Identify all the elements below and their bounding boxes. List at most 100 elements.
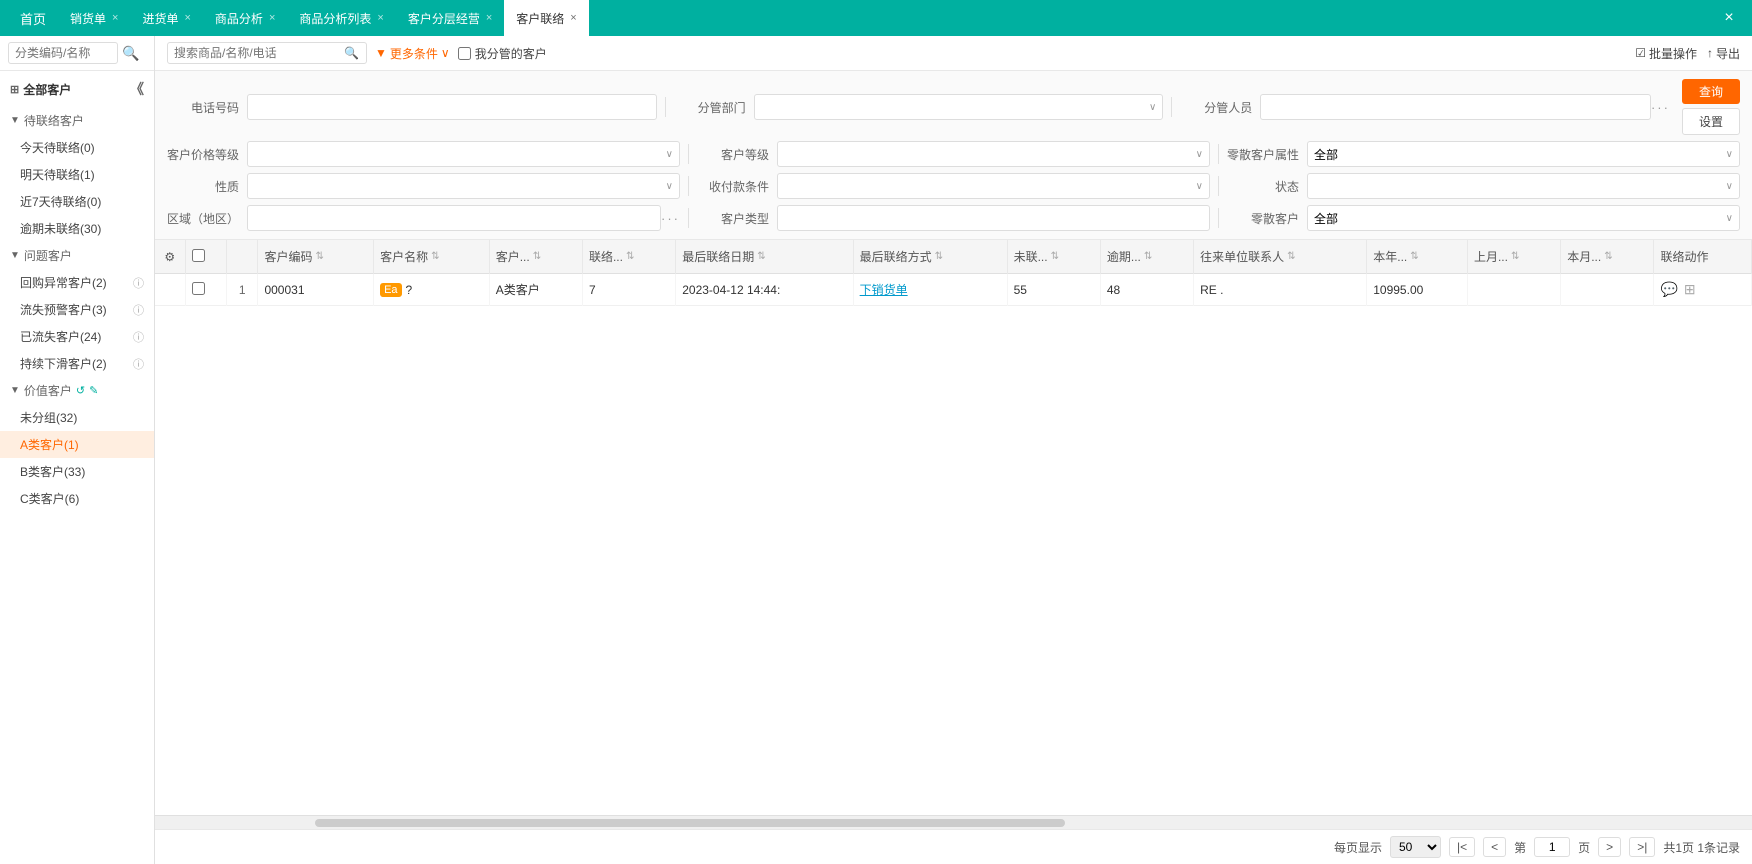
close-analysis-list-tab[interactable]: × (377, 12, 383, 24)
refresh-value-icon[interactable]: ↺ (76, 384, 85, 397)
table-code-header[interactable]: 客户编码⇅ (258, 240, 374, 274)
table-last-contact-date-header[interactable]: 最后联络日期⇅ (676, 240, 853, 274)
table-this-month-header[interactable]: 本月...⇅ (1561, 240, 1654, 274)
sidebar-item-declining-customers[interactable]: 持续下滑客户(2) ⓘ (0, 350, 154, 377)
table-unit-contact-header[interactable]: 往来单位联系人⇅ (1194, 240, 1367, 274)
nav-tab-analysis[interactable]: 商品分析 × (203, 0, 287, 36)
settings-button[interactable]: 设置 (1682, 108, 1740, 135)
table-last-month-header[interactable]: 上月...⇅ (1467, 240, 1560, 274)
sidebar-item-loss-warning[interactable]: 流失预警客户(3) ⓘ (0, 296, 154, 323)
table-contact-header[interactable]: 联络...⇅ (582, 240, 675, 274)
sidebar-item-class-a[interactable]: A类客户(1) (0, 431, 154, 458)
customer-level-label: 客户等级 (697, 146, 777, 163)
sort-year-icon: ⇅ (1410, 251, 1418, 262)
info-icon-3[interactable]: ⓘ (133, 329, 144, 345)
next-page-button[interactable]: > (1598, 837, 1621, 857)
table-checkbox-header[interactable] (185, 240, 227, 274)
close-analysis-tab[interactable]: × (269, 12, 275, 24)
sidebar-section-value[interactable]: ▼ 价值客户 ↺ ✎ (0, 377, 154, 404)
sidebar-item-class-b[interactable]: B类客户(33) (0, 458, 154, 485)
sidebar-item-ungrouped[interactable]: 未分组(32) (0, 404, 154, 431)
close-customer-segment-tab[interactable]: × (486, 12, 492, 24)
nav-tab-customer-contact[interactable]: 客户联络 × (504, 0, 588, 36)
table-overdue-header[interactable]: 逾期...⇅ (1100, 240, 1193, 274)
my-customers-checkbox[interactable] (458, 47, 471, 60)
table-settings-header[interactable]: ⚙ (155, 240, 185, 274)
row-checkbox[interactable] (192, 282, 205, 295)
sidebar-item-lost-customers[interactable]: 已流失客户(24) ⓘ (0, 323, 154, 350)
status-select[interactable]: ∨ (1307, 173, 1740, 199)
table-last-contact-type-header[interactable]: 最后联络方式⇅ (853, 240, 1007, 274)
sidebar-item-today-contact[interactable]: 今天待联络(0) (0, 134, 154, 161)
payment-select[interactable]: ∨ (777, 173, 1210, 199)
sidebar-search-icon[interactable]: 🔍 (122, 45, 139, 62)
sort-type-icon: ⇅ (533, 251, 541, 262)
region-input[interactable] (247, 205, 661, 231)
retail-attr-select[interactable]: 全部 ∨ (1307, 141, 1740, 167)
nav-tab-customer-segment[interactable]: 客户分层经营 × (396, 0, 504, 36)
sidebar-item-abnormal-purchase[interactable]: 回购异常客户(2) ⓘ (0, 269, 154, 296)
price-level-select[interactable]: ∨ (247, 141, 680, 167)
region-dots-button[interactable]: ··· (661, 211, 680, 226)
per-page-select[interactable]: 50 100 200 (1390, 836, 1441, 858)
retail-customer-select[interactable]: 全部 ∨ (1307, 205, 1740, 231)
first-page-button[interactable]: |< (1449, 837, 1475, 857)
chat-action-icon[interactable]: 💬 (1660, 281, 1677, 298)
nav-home[interactable]: 首页 (8, 0, 58, 36)
filter-status: 状态 ∨ (1227, 173, 1740, 199)
close-purchase-tab[interactable]: × (184, 12, 190, 24)
search-wrap: 🔍 (167, 42, 367, 64)
last-page-button[interactable]: >| (1629, 837, 1655, 857)
table-name-header[interactable]: 客户名称⇅ (374, 240, 490, 274)
filter-payment: 收付款条件 ∨ (697, 173, 1210, 199)
price-level-chevron-icon: ∨ (666, 149, 673, 160)
row-checkbox-cell[interactable] (185, 274, 227, 306)
customer-level-select[interactable]: ∨ (777, 141, 1210, 167)
customer-type-input[interactable] (777, 205, 1210, 231)
filter-row-4: 区域（地区） ··· 客户类型 零散客户 全部 ∨ (167, 205, 1740, 231)
close-window-button[interactable]: × (1714, 3, 1744, 33)
qr-action-icon[interactable]: ⊞ (1684, 281, 1696, 298)
dept-select[interactable]: ∨ (754, 94, 1164, 120)
nav-tab-purchase[interactable]: 进货单 × (130, 0, 202, 36)
scroll-track[interactable] (315, 819, 1065, 827)
prev-page-button[interactable]: < (1483, 837, 1506, 857)
manager-input[interactable] (1260, 94, 1651, 120)
batch-operation-button[interactable]: ☑ 批量操作 (1635, 45, 1697, 62)
horizontal-scrollbar[interactable] (155, 815, 1752, 829)
info-icon-1[interactable]: ⓘ (133, 275, 144, 291)
search-icon[interactable]: 🔍 (344, 46, 359, 60)
sidebar-search-area: 🔍 (0, 36, 154, 71)
phone-input[interactable] (247, 94, 657, 120)
row-unit-contact-cell: RE . (1194, 274, 1367, 306)
sidebar-collapse-button[interactable]: 《 (130, 79, 144, 99)
export-button[interactable]: ↑ 导出 (1707, 45, 1740, 62)
sidebar-item-tomorrow-contact[interactable]: 明天待联络(1) (0, 161, 154, 188)
nav-tab-sales[interactable]: 销货单 × (58, 0, 130, 36)
last-contact-type-link[interactable]: 下销货单 (860, 283, 908, 297)
sidebar-search-input[interactable] (8, 42, 118, 64)
sidebar-item-class-c[interactable]: C类客户(6) (0, 485, 154, 512)
nature-select[interactable]: ∨ (247, 173, 680, 199)
sidebar-section-pending[interactable]: ▼ 待联络客户 (0, 107, 154, 134)
sidebar-item-7days-contact[interactable]: 近7天待联络(0) (0, 188, 154, 215)
search-input[interactable] (174, 46, 344, 60)
close-sales-tab[interactable]: × (112, 12, 118, 24)
sidebar-item-overdue-contact[interactable]: 逾期未联络(30) (0, 215, 154, 242)
select-all-checkbox[interactable] (192, 249, 205, 262)
more-filters-button[interactable]: ▼ 更多条件 ∨ (375, 45, 450, 62)
divider-2 (1171, 97, 1172, 117)
my-customers-checkbox-wrap[interactable]: 我分管的客户 (458, 45, 547, 62)
nav-tab-analysis-list[interactable]: 商品分析列表 × (287, 0, 395, 36)
query-button[interactable]: 查询 (1682, 79, 1740, 104)
info-icon-2[interactable]: ⓘ (133, 302, 144, 318)
sidebar-section-problem[interactable]: ▼ 问题客户 (0, 242, 154, 269)
info-icon-4[interactable]: ⓘ (133, 356, 144, 372)
edit-value-icon[interactable]: ✎ (89, 384, 98, 397)
manager-dots-button[interactable]: ··· (1651, 100, 1670, 115)
page-input[interactable] (1534, 837, 1570, 857)
table-this-year-header[interactable]: 本年...⇅ (1367, 240, 1468, 274)
table-no-contact-header[interactable]: 未联...⇅ (1007, 240, 1100, 274)
close-customer-contact-tab[interactable]: × (570, 12, 576, 24)
table-type-header[interactable]: 客户...⇅ (489, 240, 582, 274)
